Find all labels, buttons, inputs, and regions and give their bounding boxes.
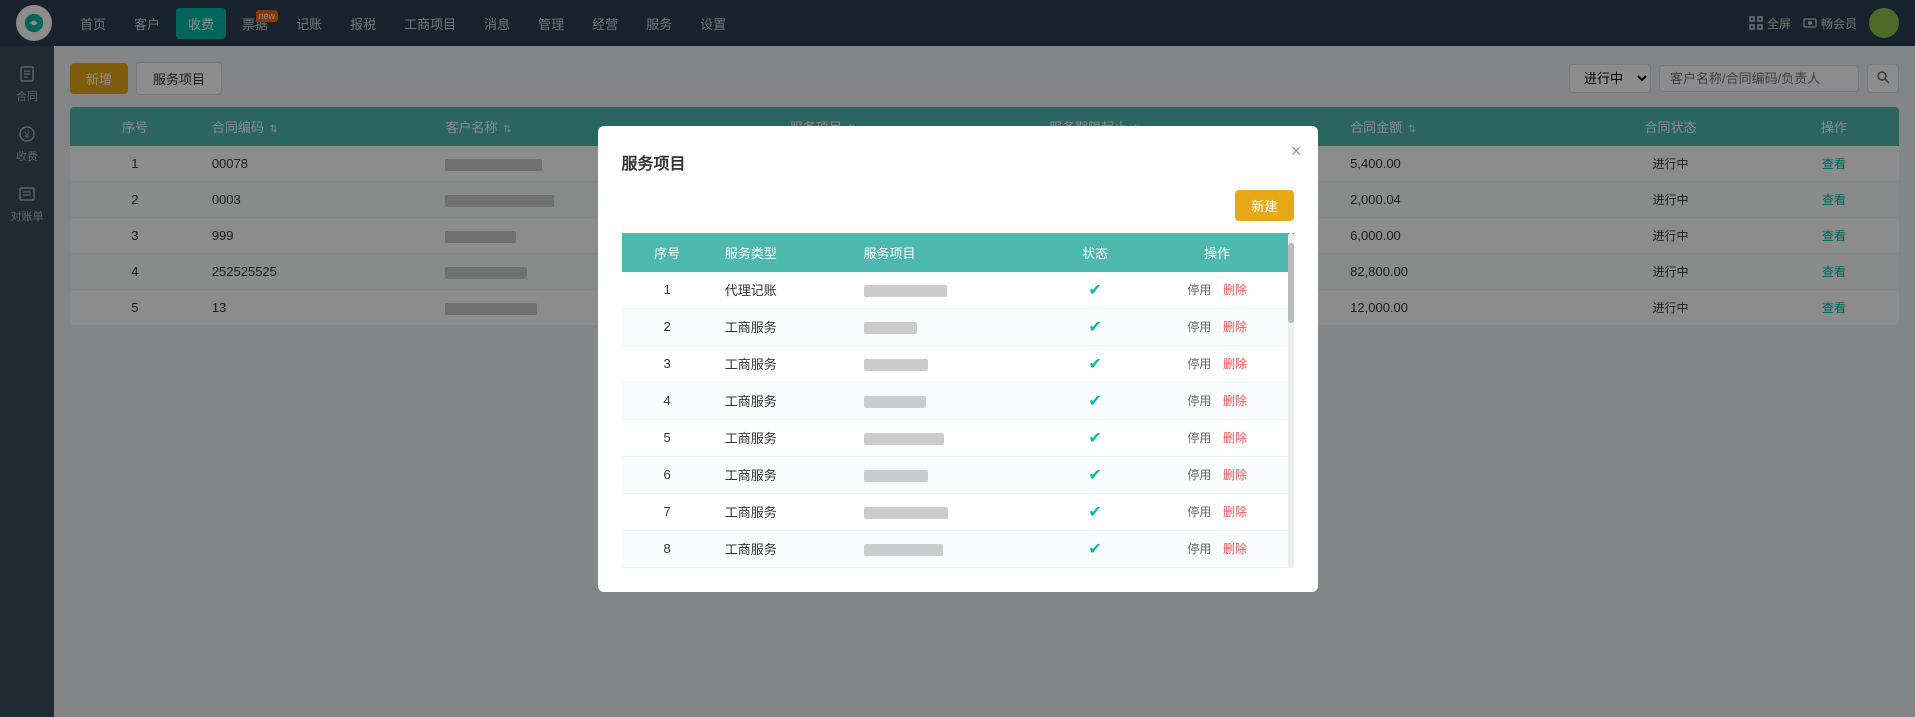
modal-row-seq: 5 [622, 419, 713, 456]
modal-row-project: ███ [852, 419, 1050, 456]
modal-title: 服务项目 [622, 150, 1294, 174]
modal-row-seq: 6 [622, 456, 713, 493]
modal-col-header-1: 服务类型 [713, 233, 852, 272]
delete-button[interactable]: 删除 [1223, 468, 1247, 482]
stop-button[interactable]: 停用 [1187, 505, 1211, 519]
stop-button[interactable]: 停用 [1187, 357, 1211, 371]
modal-row-status: ✔ [1049, 308, 1140, 345]
modal-row-type: 工商服务 [713, 530, 852, 567]
modal-row-seq: 3 [622, 345, 713, 382]
modal-row-actions: 停用 删除 [1141, 456, 1294, 493]
status-check-icon: ✔ [1088, 541, 1101, 558]
modal-row-actions: 停用 删除 [1141, 345, 1294, 382]
modal-col-header-2: 服务项目 [852, 233, 1050, 272]
modal-toolbar: 新建 [622, 190, 1294, 221]
modal-table-row: 4 工商服务 ██ ✔ 停用 删除 [622, 382, 1294, 419]
modal-col-header-4: 操作 [1141, 233, 1294, 272]
modal-row-status: ✔ [1049, 272, 1140, 309]
modal-row-status: ✔ [1049, 456, 1140, 493]
delete-button[interactable]: 删除 [1223, 283, 1247, 297]
modal-table: 序号服务类型服务项目状态操作 1 代理记账 ████1 ✔ 停用 删除 2 工商… [622, 233, 1294, 568]
modal-overlay[interactable]: 服务项目 × 新建 序号服务类型服务项目状态操作 1 代理记账 ████1 ✔ … [0, 0, 1915, 717]
modal-row-type: 工商服务 [713, 382, 852, 419]
modal-row-seq: 7 [622, 493, 713, 530]
delete-button[interactable]: 删除 [1223, 320, 1247, 334]
modal-table-row: 2 工商服务 ████ ✔ 停用 删除 [622, 308, 1294, 345]
modal-table-row: 3 工商服务 ███ ✔ 停用 删除 [622, 345, 1294, 382]
modal-row-project: ████1 [852, 272, 1050, 309]
modal-col-header-0: 序号 [622, 233, 713, 272]
service-modal: 服务项目 × 新建 序号服务类型服务项目状态操作 1 代理记账 ████1 ✔ … [598, 126, 1318, 592]
modal-row-project: ████注册 [852, 530, 1050, 567]
modal-row-status: ✔ [1049, 345, 1140, 382]
status-check-icon: ✔ [1088, 504, 1101, 521]
status-check-icon: ✔ [1088, 356, 1101, 373]
status-check-icon: ✔ [1088, 319, 1101, 336]
modal-new-button[interactable]: 新建 [1235, 190, 1293, 221]
modal-table-row: 1 代理记账 ████1 ✔ 停用 删除 [622, 272, 1294, 309]
status-check-icon: ✔ [1088, 430, 1101, 447]
modal-row-actions: 停用 删除 [1141, 308, 1294, 345]
stop-button[interactable]: 停用 [1187, 431, 1211, 445]
modal-row-actions: 停用 删除 [1141, 530, 1294, 567]
modal-row-actions: 停用 删除 [1141, 493, 1294, 530]
modal-row-seq: 4 [622, 382, 713, 419]
status-check-icon: ✔ [1088, 467, 1101, 484]
delete-button[interactable]: 删除 [1223, 542, 1247, 556]
stop-button[interactable]: 停用 [1187, 542, 1211, 556]
modal-table-row: 7 工商服务 ██ ✔ 停用 删除 [622, 493, 1294, 530]
modal-row-project: ██ [852, 382, 1050, 419]
modal-row-actions: 停用 删除 [1141, 419, 1294, 456]
modal-row-type: 代理记账 [713, 272, 852, 309]
delete-button[interactable]: 删除 [1223, 394, 1247, 408]
modal-row-type: 工商服务 [713, 345, 852, 382]
modal-row-actions: 停用 删除 [1141, 382, 1294, 419]
modal-row-seq: 8 [622, 530, 713, 567]
modal-col-header-3: 状态 [1049, 233, 1140, 272]
stop-button[interactable]: 停用 [1187, 394, 1211, 408]
modal-row-project: ███ [852, 345, 1050, 382]
modal-row-actions: 停用 删除 [1141, 272, 1294, 309]
modal-table-row: 5 工商服务 ███ ✔ 停用 删除 [622, 419, 1294, 456]
modal-row-status: ✔ [1049, 419, 1140, 456]
modal-row-type: 工商服务 [713, 308, 852, 345]
stop-button[interactable]: 停用 [1187, 468, 1211, 482]
modal-row-type: 工商服务 [713, 493, 852, 530]
modal-row-seq: 2 [622, 308, 713, 345]
modal-row-project: ██████ [852, 456, 1050, 493]
delete-button[interactable]: 删除 [1223, 357, 1247, 371]
scrollbar-thumb[interactable] [1288, 243, 1294, 323]
modal-table-wrap: 序号服务类型服务项目状态操作 1 代理记账 ████1 ✔ 停用 删除 2 工商… [622, 233, 1294, 568]
delete-button[interactable]: 删除 [1223, 505, 1247, 519]
modal-row-project: ██ [852, 493, 1050, 530]
delete-button[interactable]: 删除 [1223, 431, 1247, 445]
modal-row-type: 工商服务 [713, 456, 852, 493]
stop-button[interactable]: 停用 [1187, 283, 1211, 297]
stop-button[interactable]: 停用 [1187, 320, 1211, 334]
scrollbar-track [1288, 233, 1294, 568]
modal-table-row: 6 工商服务 ██████ ✔ 停用 删除 [622, 456, 1294, 493]
modal-row-project: ████ [852, 308, 1050, 345]
status-check-icon: ✔ [1088, 282, 1101, 299]
modal-table-row: 8 工商服务 ████注册 ✔ 停用 删除 [622, 530, 1294, 567]
modal-row-seq: 1 [622, 272, 713, 309]
modal-row-status: ✔ [1049, 382, 1140, 419]
modal-row-status: ✔ [1049, 530, 1140, 567]
modal-row-status: ✔ [1049, 493, 1140, 530]
modal-close-button[interactable]: × [1291, 142, 1302, 160]
status-check-icon: ✔ [1088, 393, 1101, 410]
modal-row-type: 工商服务 [713, 419, 852, 456]
